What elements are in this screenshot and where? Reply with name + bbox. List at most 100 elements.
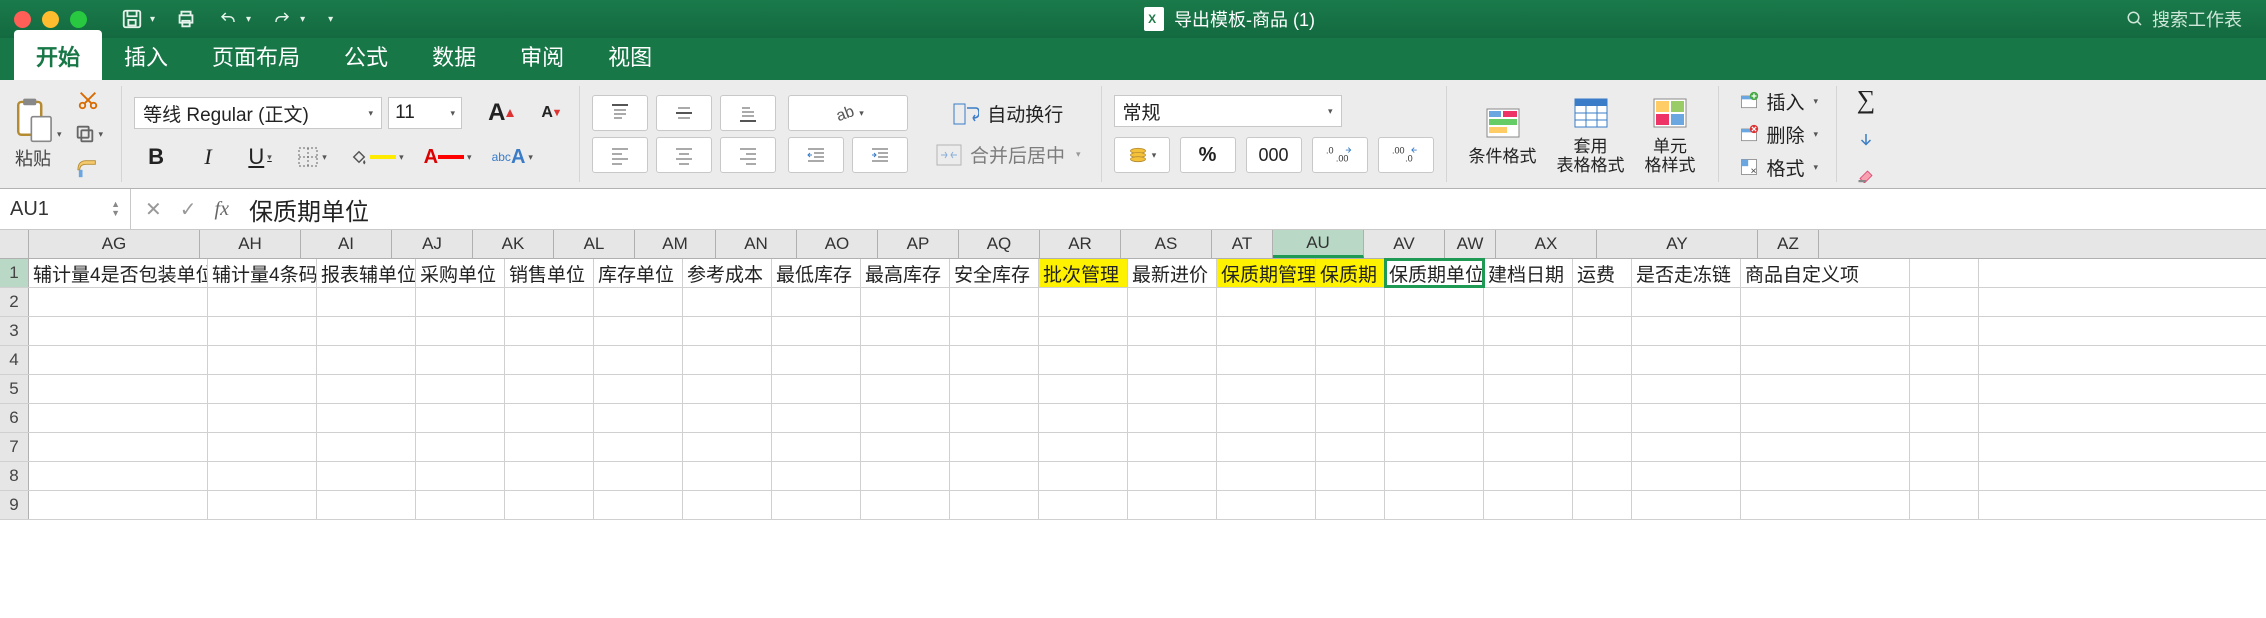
copy-button[interactable]: ▾ [68,119,110,149]
column-header-AR[interactable]: AR [1040,230,1121,258]
cell-AH9[interactable] [208,491,317,519]
cell-AQ7[interactable] [1039,433,1128,461]
fill-color-button[interactable]: ▾ [342,141,410,173]
cell-AI5[interactable] [317,375,416,403]
cell-AU8[interactable] [1385,462,1484,490]
paste-button[interactable]: 粘贴 [12,97,54,171]
cell-AN5[interactable] [772,375,861,403]
fill-button[interactable] [1849,127,1883,153]
cell-AH2[interactable] [208,288,317,316]
decrease-font-button[interactable]: A [535,100,567,126]
cell-AL6[interactable] [594,404,683,432]
cell-AG3[interactable] [29,317,208,345]
cell-AV8[interactable] [1484,462,1573,490]
border-button[interactable]: ▾ [290,141,334,173]
cell-AX4[interactable] [1632,346,1741,374]
row-header-4[interactable]: 4 [0,346,29,374]
cell-AK8[interactable] [505,462,594,490]
merge-center-button[interactable]: 合并后居中▾ [928,137,1089,172]
qat-redo-button[interactable]: ▾ [271,10,305,28]
cell-AX9[interactable] [1632,491,1741,519]
cell-AU5[interactable] [1385,375,1484,403]
cell-AM1[interactable]: 参考成本 [683,259,772,287]
cell-AZ4[interactable] [1910,346,1979,374]
cell-AZ8[interactable] [1910,462,1979,490]
row-header-7[interactable]: 7 [0,433,29,461]
cell-AO5[interactable] [861,375,950,403]
number-format-select[interactable]: 常规▾ [1114,95,1342,127]
cell-AX7[interactable] [1632,433,1741,461]
cell-AU4[interactable] [1385,346,1484,374]
align-right-button[interactable] [720,137,776,173]
row-header-3[interactable]: 3 [0,317,29,345]
cell-AG9[interactable] [29,491,208,519]
cell-AT5[interactable] [1316,375,1385,403]
cell-AO1[interactable]: 最高库存 [861,259,950,287]
cell-AK3[interactable] [505,317,594,345]
cell-AG7[interactable] [29,433,208,461]
cell-AV3[interactable] [1484,317,1573,345]
cell-AR5[interactable] [1128,375,1217,403]
confirm-formula-icon[interactable]: ✓ [180,197,197,222]
phonetic-button[interactable]: abcA▾ [486,141,539,173]
cell-AR1[interactable]: 最新进价 [1128,259,1217,287]
column-header-AI[interactable]: AI [301,230,392,258]
cell-AX1[interactable]: 是否走冻链 [1632,259,1741,287]
column-header-AS[interactable]: AS [1121,230,1212,258]
cell-AK2[interactable] [505,288,594,316]
cell-AJ2[interactable] [416,288,505,316]
namebox-stepper-icon[interactable]: ▲▼ [111,200,120,218]
cell-AH1[interactable]: 辅计量4条码 [208,259,317,287]
cell-AL4[interactable] [594,346,683,374]
cell-AS3[interactable] [1217,317,1316,345]
cell-AO2[interactable] [861,288,950,316]
row-header-8[interactable]: 8 [0,462,29,490]
format-cells-button[interactable]: 格式▾ [1731,152,1825,183]
cell-AV6[interactable] [1484,404,1573,432]
fx-icon[interactable]: fx [215,198,229,221]
autosum-button[interactable]: ∑ [1851,81,1882,119]
cell-AT6[interactable] [1316,404,1385,432]
cell-AS4[interactable] [1217,346,1316,374]
cell-AO3[interactable] [861,317,950,345]
cell-AW9[interactable] [1573,491,1632,519]
conditional-format-button[interactable]: 条件格式 [1459,103,1547,166]
qat-customize-icon[interactable]: ▾ [325,14,333,25]
cell-AL1[interactable]: 库存单位 [594,259,683,287]
wrap-text-button[interactable]: 自动换行 [928,96,1089,131]
cell-AP8[interactable] [950,462,1039,490]
cell-AK1[interactable]: 销售单位 [505,259,594,287]
row-header-6[interactable]: 6 [0,404,29,432]
cell-AP2[interactable] [950,288,1039,316]
format-as-table-button[interactable]: 套用 表格格式 [1547,93,1635,175]
tab-view[interactable]: 视图 [586,30,674,80]
cell-AH4[interactable] [208,346,317,374]
column-header-AW[interactable]: AW [1445,230,1496,258]
column-header-AO[interactable]: AO [797,230,878,258]
cell-AG8[interactable] [29,462,208,490]
cell-AL3[interactable] [594,317,683,345]
cell-AW7[interactable] [1573,433,1632,461]
tab-insert[interactable]: 插入 [102,30,190,80]
cell-AT4[interactable] [1316,346,1385,374]
italic-button[interactable]: I [186,141,230,173]
cell-AQ4[interactable] [1039,346,1128,374]
cell-AZ3[interactable] [1910,317,1979,345]
tab-formulas[interactable]: 公式 [322,30,410,80]
cell-AY6[interactable] [1741,404,1910,432]
bold-button[interactable]: B [134,141,178,173]
cell-AW2[interactable] [1573,288,1632,316]
increase-font-button[interactable]: A [482,95,521,131]
cell-AU6[interactable] [1385,404,1484,432]
cell-AQ9[interactable] [1039,491,1128,519]
cell-AP1[interactable]: 安全库存 [950,259,1039,287]
column-header-AY[interactable]: AY [1597,230,1758,258]
cell-AQ8[interactable] [1039,462,1128,490]
cell-AG1[interactable]: 辅计量4是否包装单位 [29,259,208,287]
align-left-button[interactable] [592,137,648,173]
name-box[interactable]: AU1 ▲▼ [0,189,131,229]
cell-AL9[interactable] [594,491,683,519]
cell-AX8[interactable] [1632,462,1741,490]
cell-AT3[interactable] [1316,317,1385,345]
cell-AP7[interactable] [950,433,1039,461]
